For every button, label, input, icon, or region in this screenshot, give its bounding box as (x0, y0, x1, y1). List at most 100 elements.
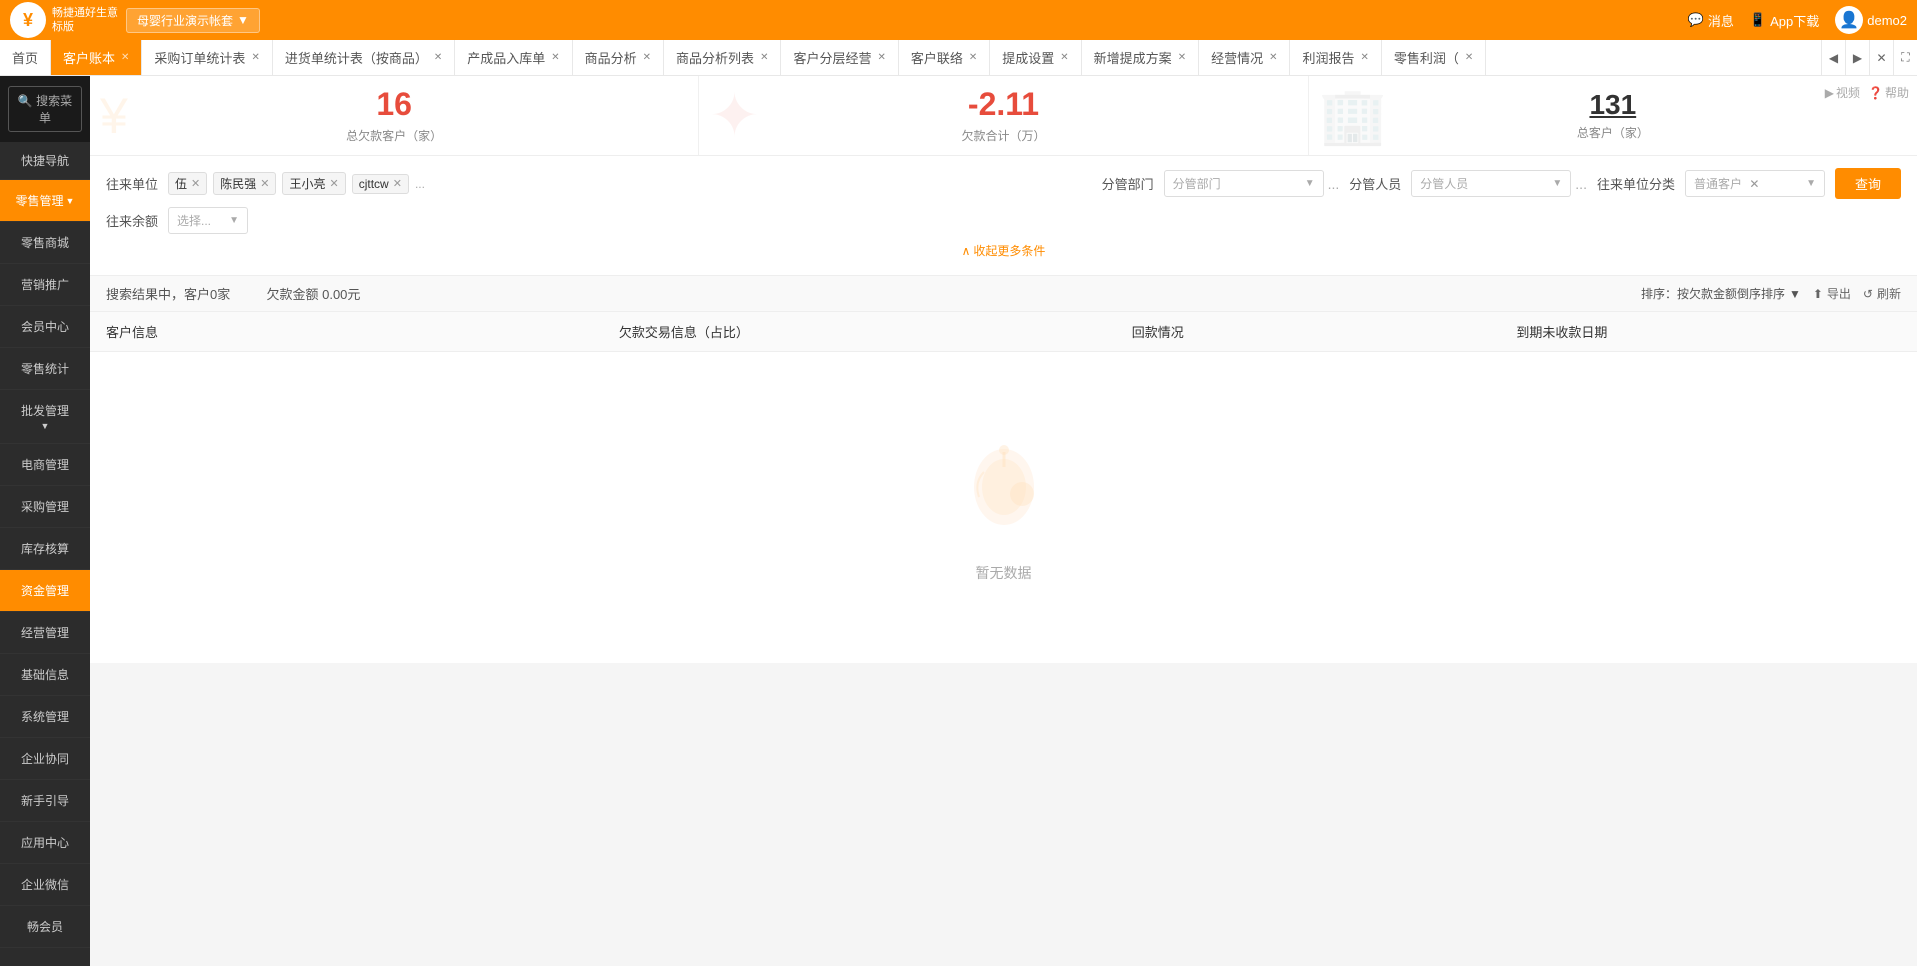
close-tab-product-analysis-list[interactable]: ✕ (760, 52, 768, 63)
sidebar-item-basic-info[interactable]: 基础信息 (0, 654, 90, 696)
empty-text: 暂无数据 (976, 563, 1032, 583)
collapse-btn[interactable]: ∧ 收起更多条件 (962, 242, 1046, 259)
sidebar-item-finance[interactable]: 资金管理 (0, 570, 90, 612)
close-tab-product-analysis[interactable]: ✕ (643, 52, 651, 63)
results-actions: 排序：按欠款金额倒序排序 ▼ ⬆ 导出 ↺ 刷新 (1641, 285, 1901, 302)
tab-improve-settings[interactable]: 提成设置 ✕ (990, 40, 1081, 76)
table-header: 客户信息 欠款交易信息（占比） 回款情况 到期未收款日期 (90, 312, 1917, 352)
tab-inbound-stats[interactable]: 进货单统计表（按商品） ✕ (273, 40, 455, 76)
sort-arrow-icon: ▼ (1789, 287, 1801, 301)
close-tab-new-improve[interactable]: ✕ (1178, 52, 1186, 63)
stat-bg-icon-3: 🏢 (1319, 83, 1387, 148)
sidebar-item-new-guide[interactable]: 新手引导 (0, 780, 90, 822)
sort-select[interactable]: 排序：按欠款金额倒序排序 ▼ (1641, 285, 1801, 302)
tab-home[interactable]: 首页 (0, 40, 51, 76)
sidebar-item-vip[interactable]: 畅会员 (0, 906, 90, 948)
nav-expand[interactable]: ⛶ (1893, 40, 1917, 76)
account-dropdown[interactable]: 母婴行业演示帐套 ▼ (126, 8, 260, 33)
dept-clear-btn[interactable]: ... (1328, 176, 1340, 192)
sidebar-item-member[interactable]: 会员中心 (0, 306, 90, 348)
tab-business-status[interactable]: 经营情况 ✕ (1199, 40, 1290, 76)
query-button[interactable]: 查询 (1835, 168, 1901, 199)
sidebar-item-purchase[interactable]: 采购管理 (0, 486, 90, 528)
sidebar-item-enterprise[interactable]: 企业协同 (0, 738, 90, 780)
download-icon: 📱 (1750, 12, 1766, 28)
main-area: 🔍 搜索菜单 快捷导航 零售管理 ▼ 零售商城 营销推广 会员中心 零售统计 (0, 76, 1917, 966)
sidebar-item-inventory[interactable]: 库存核算 (0, 528, 90, 570)
stat-total-customers: ¥ 16 总欠款客户（家） (90, 76, 699, 155)
sidebar-item-retail-mall[interactable]: 零售商城 (0, 222, 90, 264)
tab-product-analysis[interactable]: 商品分析 ✕ (573, 40, 664, 76)
nav-close-all[interactable]: ✕ (1869, 40, 1893, 76)
close-tab-business-status[interactable]: ✕ (1269, 52, 1277, 63)
sidebar-item-retail-stats[interactable]: 零售统计 (0, 348, 90, 390)
user-menu[interactable]: 👤 demo2 (1835, 6, 1907, 34)
tab-customer-segment[interactable]: 客户分层经营 ✕ (781, 40, 898, 76)
filter-dept-select: 分管部门 ▼ ... (1164, 170, 1340, 197)
close-tab-customer-account[interactable]: ✕ (121, 52, 129, 63)
export-btn[interactable]: ⬆ 导出 (1813, 285, 1851, 302)
category-select-input[interactable]: 普通客户 ✕ ▼ (1685, 170, 1825, 197)
close-tab-inbound-stats[interactable]: ✕ (434, 52, 442, 63)
tab-new-improve[interactable]: 新增提成方案 ✕ (1082, 40, 1199, 76)
tab-purchase-order[interactable]: 采购订单统计表 ✕ (142, 40, 272, 76)
logo-icon: ¥ (10, 2, 46, 38)
account-dropdown-btn[interactable]: 母婴行业演示帐套 ▼ (126, 8, 260, 33)
close-tab-purchase-order[interactable]: ✕ (251, 52, 259, 63)
results-bar: 搜索结果中，客户0家 欠款金额 0.00元 排序：按欠款金额倒序排序 ▼ ⬆ 导… (90, 276, 1917, 312)
message-btn[interactable]: 💬 消息 (1688, 11, 1734, 30)
stat-total-customers2-value: 131 (1589, 90, 1636, 121)
results-info: 搜索结果中，客户0家 欠款金额 0.00元 (106, 284, 360, 303)
close-tag-chen[interactable]: ✕ (260, 177, 269, 190)
nav-prev-arrow[interactable]: ◀ (1821, 40, 1845, 76)
sidebar-item-app-center[interactable]: 应用中心 (0, 822, 90, 864)
sidebar-item-wholesale[interactable]: 批发管理 ▼ (0, 390, 90, 444)
close-tab-retail-profit[interactable]: ✕ (1465, 52, 1473, 63)
person-clear-btn[interactable]: ... (1575, 176, 1587, 192)
close-tag-wang[interactable]: ✕ (330, 177, 339, 190)
dept-select-input[interactable]: 分管部门 ▼ (1164, 170, 1324, 197)
close-category-tag[interactable]: ✕ (1749, 177, 1759, 191)
tab-customer-contact[interactable]: 客户联络 ✕ (899, 40, 990, 76)
sidebar-item-business[interactable]: 经营管理 (0, 612, 90, 654)
sidebar-item-enterprise-wx[interactable]: 企业微信 (0, 864, 90, 906)
app-download-btn[interactable]: 📱 App下载 (1750, 11, 1819, 30)
balance-select[interactable]: 选择... ▼ (168, 207, 248, 234)
close-tab-production-inbound[interactable]: ✕ (551, 52, 559, 63)
close-tag-cjttcw[interactable]: ✕ (393, 177, 402, 190)
sidebar-item-marketing[interactable]: 营销推广 (0, 264, 90, 306)
search-menu-btn[interactable]: 🔍 搜索菜单 (8, 86, 82, 132)
col-header-debt: 欠款交易信息（占比） (619, 322, 1132, 341)
person-select-arrow: ▼ (1552, 178, 1562, 189)
logo-text: 畅捷通好生意 标版 (52, 6, 118, 35)
sidebar-item-ecommerce[interactable]: 电商管理 (0, 444, 90, 486)
sidebar-item-system[interactable]: 系统管理 (0, 696, 90, 738)
table: 客户信息 欠款交易信息（占比） 回款情况 到期未收款日期 (90, 312, 1917, 663)
collapse-icon: ∧ (962, 244, 971, 258)
close-tag-wu[interactable]: ✕ (191, 177, 200, 190)
sidebar-item-retail[interactable]: 零售管理 ▼ (0, 180, 90, 222)
filter-tag-wu: 伍 ✕ (168, 172, 207, 195)
close-tab-profit-report[interactable]: ✕ (1361, 52, 1369, 63)
content-area: ¥ 16 总欠款客户（家） ✦ -2.11 欠款合计（万） 🏢 131 总客户（… (90, 76, 1917, 966)
tab-retail-profit[interactable]: 零售利润（ ✕ (1382, 40, 1486, 76)
nav-next-arrow[interactable]: ▶ (1845, 40, 1869, 76)
video-help-btn[interactable]: ▶ 视频 (1825, 84, 1860, 101)
filter-person-select: 分管人员 ▼ ... (1411, 170, 1587, 197)
category-select-arrow: ▼ (1806, 178, 1816, 189)
sidebar-quick-nav[interactable]: 快捷导航 (0, 142, 90, 180)
refresh-btn[interactable]: ↺ 刷新 (1863, 285, 1901, 302)
tab-product-analysis-list[interactable]: 商品分析列表 ✕ (664, 40, 781, 76)
stat-total-customers2: 🏢 131 总客户（家） ▶ 视频 ❓ 帮助 (1309, 76, 1917, 155)
filter-category-select: 普通客户 ✕ ▼ (1685, 170, 1825, 197)
filter-more-btn[interactable]: ... (415, 177, 425, 191)
tab-customer-account[interactable]: 客户账本 ✕ (51, 40, 142, 76)
help-btn[interactable]: ❓ 帮助 (1868, 84, 1909, 101)
close-tab-customer-segment[interactable]: ✕ (877, 52, 885, 63)
tab-production-inbound[interactable]: 产成品入库单 ✕ (455, 40, 572, 76)
chevron-icon: ▼ (66, 196, 75, 206)
close-tab-customer-contact[interactable]: ✕ (969, 52, 977, 63)
close-tab-improve-settings[interactable]: ✕ (1060, 52, 1068, 63)
person-select-input[interactable]: 分管人员 ▼ (1411, 170, 1571, 197)
tab-profit-report[interactable]: 利润报告 ✕ (1290, 40, 1381, 76)
